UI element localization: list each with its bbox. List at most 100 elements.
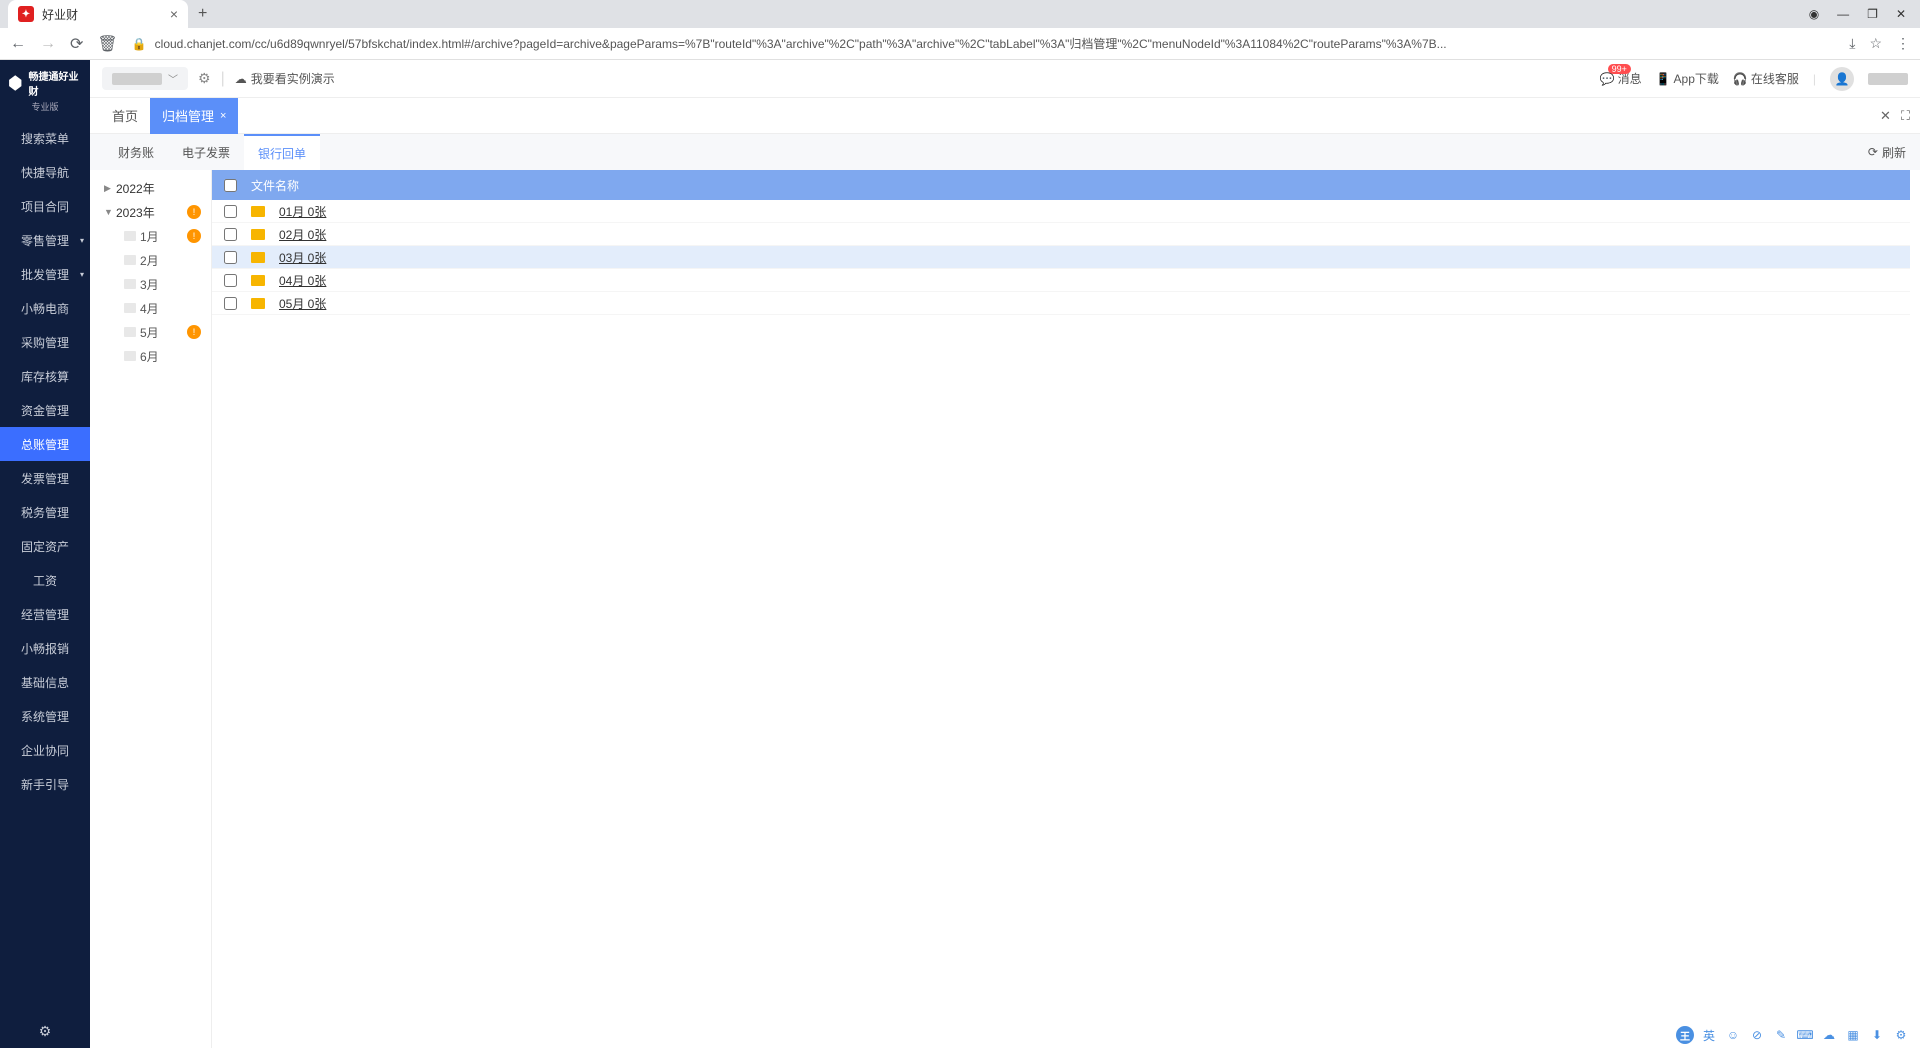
sidebar-item[interactable]: 资金管理 (0, 393, 90, 427)
sidebar-item[interactable]: 系统管理 (0, 699, 90, 733)
tree-node-month[interactable]: 4月 (90, 296, 211, 320)
tree-node-month[interactable]: 1月! (90, 224, 211, 248)
row-checkbox[interactable] (224, 274, 237, 287)
tree-label: 2022年 (116, 180, 155, 197)
chevron-down-icon: ▾ (80, 270, 84, 279)
select-all-checkbox[interactable] (224, 179, 237, 192)
file-link[interactable]: 02月 0张 (279, 226, 326, 243)
online-service-button[interactable]: 🎧 在线客服 (1733, 70, 1799, 87)
tab-home[interactable]: 首页 (100, 98, 150, 134)
company-selector[interactable]: ﹀ (102, 67, 188, 90)
row-checkbox[interactable] (224, 228, 237, 241)
ime-badge[interactable]: 王 (1676, 1026, 1694, 1044)
back-button[interactable]: ← (10, 35, 26, 53)
close-all-tabs-icon[interactable]: ✕ (1880, 108, 1891, 124)
close-window-icon[interactable]: ✕ (1896, 7, 1906, 21)
close-tab-archive-icon[interactable]: × (220, 110, 226, 122)
sidebar-item[interactable]: 小畅电商 (0, 291, 90, 325)
minimize-icon[interactable]: — (1837, 7, 1849, 21)
taskbar-icon-1[interactable]: ☺ (1724, 1026, 1742, 1044)
subtab-finance[interactable]: 财务账 (104, 134, 168, 170)
tree-label: 2023年 (116, 204, 155, 221)
folder-icon (251, 275, 265, 286)
sidebar-item[interactable]: 总账管理 (0, 427, 90, 461)
sidebar-item[interactable]: 工资 (0, 563, 90, 597)
sidebar-item[interactable]: 经营管理 (0, 597, 90, 631)
table-row[interactable]: 01月 0张 (212, 200, 1910, 223)
folder-icon (124, 231, 136, 241)
file-link[interactable]: 01月 0张 (279, 203, 326, 220)
file-link[interactable]: 05月 0张 (279, 295, 326, 312)
kebab-menu-icon[interactable]: ⋮ (1896, 35, 1910, 52)
sidebar-item[interactable]: 搜索菜单 (0, 121, 90, 155)
subtab-invoice[interactable]: 电子发票 (168, 134, 244, 170)
header-bar: ﹀ ⚙ | ☁ 我要看实例演示 💬 消息 99+ 📱 App下载 🎧 (90, 60, 1920, 98)
subtab-bank[interactable]: 银行回单 (244, 134, 320, 170)
tree-node-2022[interactable]: ▶ 2022年 (90, 176, 211, 200)
app-download-button[interactable]: 📱 App下载 (1656, 70, 1719, 87)
tab-title: 好业财 (42, 6, 162, 23)
chrome-account-icon[interactable]: ◉ (1809, 7, 1819, 21)
tree-node-month[interactable]: 2月 (90, 248, 211, 272)
file-link[interactable]: 03月 0张 (279, 249, 326, 266)
sidebar-item[interactable]: 采购管理 (0, 325, 90, 359)
tree-node-month[interactable]: 3月 (90, 272, 211, 296)
avatar[interactable]: 👤 (1830, 67, 1854, 91)
taskbar-icon-3[interactable]: ✎ (1772, 1026, 1790, 1044)
table-row[interactable]: 03月 0张 (212, 246, 1910, 269)
row-checkbox[interactable] (224, 297, 237, 310)
gear-icon[interactable]: ⚙ (198, 70, 211, 87)
install-app-icon[interactable]: ⤓ (1849, 35, 1855, 52)
sidebar-item[interactable]: 快捷导航 (0, 155, 90, 189)
sidebar-item[interactable]: 基础信息 (0, 665, 90, 699)
sidebar-item[interactable]: 发票管理 (0, 461, 90, 495)
messages-button[interactable]: 💬 消息 99+ (1600, 70, 1642, 87)
table-row[interactable]: 04月 0张 (212, 269, 1910, 292)
new-tab-button[interactable]: + (188, 5, 217, 23)
ime-lang[interactable]: 英 (1700, 1026, 1718, 1044)
file-link[interactable]: 04月 0张 (279, 272, 326, 289)
taskbar-icon-7[interactable]: ⬇ (1868, 1026, 1886, 1044)
address-field[interactable]: 🔒 cloud.chanjet.com/cc/u6d89qwnryel/57bf… (132, 35, 1836, 52)
row-checkbox[interactable] (224, 205, 237, 218)
settings-button[interactable]: ⚙ (0, 1014, 90, 1048)
table-row[interactable]: 02月 0张 (212, 223, 1910, 246)
tree-label: 4月 (140, 300, 159, 317)
sidebar-item[interactable]: 固定资产 (0, 529, 90, 563)
tree-node-month[interactable]: 5月! (90, 320, 211, 344)
taskbar-icon-2[interactable]: ⊘ (1748, 1026, 1766, 1044)
row-checkbox[interactable] (224, 251, 237, 264)
sidebar-item[interactable]: 项目合同 (0, 189, 90, 223)
sidebar-item[interactable]: 批发管理▾ (0, 257, 90, 291)
taskbar-icon-4[interactable]: ⌨ (1796, 1026, 1814, 1044)
reload-button[interactable]: ⟳ (70, 34, 83, 54)
browser-tab[interactable]: ✦ 好业财 × (8, 0, 188, 28)
refresh-button[interactable]: ⟳ 刷新 (1868, 144, 1906, 161)
taskbar-icon-5[interactable]: ☁ (1820, 1026, 1838, 1044)
user-name-redacted (1868, 73, 1908, 85)
sidebar-item[interactable]: 库存核算 (0, 359, 90, 393)
tab-archive[interactable]: 归档管理 × (150, 98, 238, 134)
tree-node-month[interactable]: 6月 (90, 344, 211, 368)
tree-node-2023[interactable]: ▼ 2023年 ! (90, 200, 211, 224)
expand-icon: ▶ (104, 183, 112, 194)
sidebar-item[interactable]: 零售管理▾ (0, 223, 90, 257)
sidebar-item[interactable]: 新手引导 (0, 767, 90, 801)
taskbar-icon-6[interactable]: ▦ (1844, 1026, 1862, 1044)
sidebar-item[interactable]: 小畅报销 (0, 631, 90, 665)
sidebar-item[interactable]: 税务管理 (0, 495, 90, 529)
fullscreen-icon[interactable]: ⛶ (1901, 108, 1910, 124)
demo-link[interactable]: ☁ 我要看实例演示 (235, 70, 335, 87)
headset-icon: 🎧 (1733, 72, 1748, 86)
sub-tabs: 财务账 电子发票 银行回单 ⟳ 刷新 (90, 134, 1920, 170)
taskbar-icon-8[interactable]: ⚙ (1892, 1026, 1910, 1044)
folder-icon (251, 252, 265, 263)
trash-icon[interactable]: 🗑 (97, 34, 117, 54)
close-tab-icon[interactable]: × (170, 6, 178, 22)
sidebar-item[interactable]: 企业协同 (0, 733, 90, 767)
bookmark-star-icon[interactable]: ☆ (1869, 35, 1882, 52)
favicon: ✦ (18, 6, 34, 22)
forward-button[interactable]: → (40, 35, 56, 53)
maximize-icon[interactable]: ❐ (1867, 7, 1878, 21)
table-row[interactable]: 05月 0张 (212, 292, 1910, 315)
